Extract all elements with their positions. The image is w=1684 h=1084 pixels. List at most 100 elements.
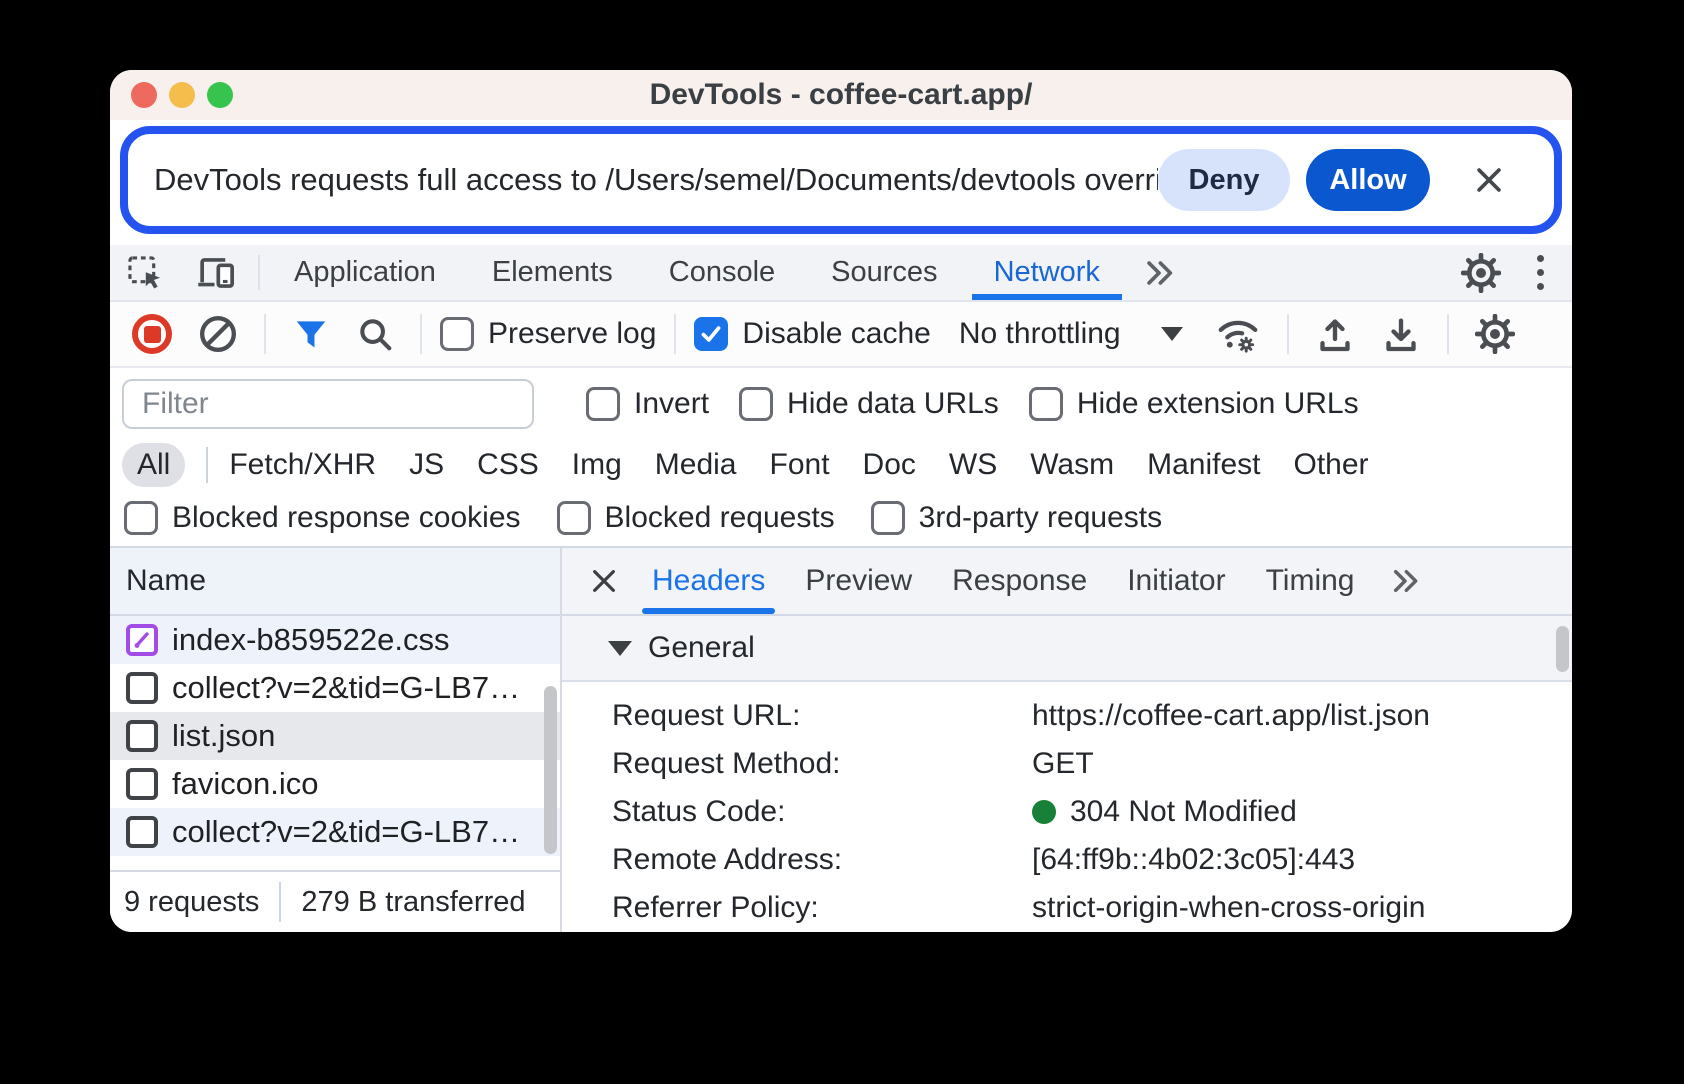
request-details-pane: Headers Preview Response Initiator Timin…: [562, 548, 1572, 932]
tab-response[interactable]: Response: [932, 548, 1107, 614]
type-filter-wasm[interactable]: Wasm: [1030, 448, 1114, 482]
preserve-log-checkbox[interactable]: [440, 317, 474, 351]
status-code-text: 304 Not Modified: [1070, 795, 1297, 828]
more-tabs-icon[interactable]: [1128, 245, 1190, 300]
tab-console[interactable]: Console: [641, 245, 803, 300]
filter-funnel-icon[interactable]: [284, 315, 338, 353]
generic-file-icon: [126, 672, 158, 704]
toolbar-separator: [264, 314, 266, 354]
type-filter-css[interactable]: CSS: [477, 448, 539, 482]
network-panels: Name index-b859522e.css collect?v=2&tid=…: [110, 548, 1572, 932]
tab-sources[interactable]: Sources: [803, 245, 965, 300]
import-har-icon[interactable]: [1307, 314, 1363, 354]
close-details-icon[interactable]: [576, 548, 632, 614]
request-row[interactable]: collect?v=2&tid=G-LB7…: [110, 808, 560, 856]
type-filter-media[interactable]: Media: [655, 448, 737, 482]
hide-extension-urls-toggle[interactable]: Hide extension URLs: [1028, 387, 1359, 421]
extra-filters-row: Blocked response cookies Blocked request…: [110, 490, 1572, 548]
throttling-dropdown[interactable]: No throttling: [959, 317, 1183, 351]
tab-application[interactable]: Application: [266, 245, 464, 300]
request-list-scrollbar[interactable]: [544, 686, 557, 854]
type-filter-fetch-xhr[interactable]: Fetch/XHR: [229, 448, 376, 482]
request-row-selected[interactable]: list.json: [110, 712, 560, 760]
header-field: Request Method: GET: [562, 740, 1572, 788]
field-label: Request URL:: [612, 699, 801, 732]
request-row[interactable]: index-b859522e.css: [110, 616, 560, 664]
tab-network[interactable]: Network: [966, 245, 1128, 300]
invert-toggle[interactable]: Invert: [586, 387, 709, 421]
header-field: Request URL: https://coffee-cart.app/lis…: [562, 692, 1572, 740]
type-filter-manifest[interactable]: Manifest: [1147, 448, 1260, 482]
hide-data-urls-checkbox[interactable]: [739, 387, 774, 421]
toolbar-separator: [420, 314, 422, 354]
titlebar: DevTools - coffee-cart.app/: [110, 70, 1572, 120]
name-column-header[interactable]: Name: [110, 548, 560, 616]
kebab-menu-icon[interactable]: [1525, 249, 1556, 296]
third-party-label: 3rd-party requests: [918, 501, 1163, 534]
field-label: Remote Address:: [612, 843, 843, 876]
clear-network-log-icon[interactable]: [190, 314, 246, 354]
settings-gear-icon[interactable]: [1445, 252, 1517, 293]
banner-close-icon[interactable]: [1464, 163, 1514, 197]
type-filter-img[interactable]: Img: [572, 448, 622, 482]
blocked-requests-label: Blocked requests: [604, 501, 835, 534]
network-summary-bar: 9 requests 279 B transferred: [110, 870, 560, 932]
preserve-log-toggle[interactable]: Preserve log: [440, 317, 656, 351]
tab-elements[interactable]: Elements: [464, 245, 641, 300]
request-row[interactable]: favicon.ico: [110, 760, 560, 808]
hide-data-urls-toggle[interactable]: Hide data URLs: [739, 387, 999, 421]
export-har-icon[interactable]: [1373, 314, 1429, 354]
header-field: Status Code: 304 Not Modified: [562, 788, 1572, 836]
filter-row: Invert Hide data URLs Hide extension URL…: [110, 368, 1572, 440]
request-type-filters: All Fetch/XHR JS CSS Img Media Font Doc …: [110, 440, 1572, 490]
status-ok-dot: [1032, 800, 1056, 824]
request-name: favicon.ico: [172, 766, 319, 801]
network-toolbar: Preserve log Disable cache No throttling: [110, 302, 1572, 368]
general-section-header[interactable]: General: [562, 616, 1572, 682]
request-name: collect?v=2&tid=G-LB7…: [172, 670, 521, 705]
field-value: [64:ff9b::4b02:3c05]:443: [1032, 843, 1356, 876]
tab-initiator[interactable]: Initiator: [1107, 548, 1245, 614]
tab-preview[interactable]: Preview: [785, 548, 932, 614]
request-row[interactable]: collect?v=2&tid=G-LB7…: [110, 664, 560, 712]
tabbar-separator: [258, 255, 260, 290]
type-filter-doc[interactable]: Doc: [863, 448, 916, 482]
third-party-toggle[interactable]: 3rd-party requests: [870, 501, 1163, 535]
allow-button[interactable]: Allow: [1306, 149, 1430, 211]
blocked-cookies-checkbox[interactable]: [124, 501, 158, 535]
blocked-requests-checkbox[interactable]: [556, 501, 591, 535]
inspect-element-icon[interactable]: [110, 245, 180, 300]
network-conditions-icon[interactable]: [1207, 313, 1269, 355]
record-stop-icon[interactable]: [132, 314, 172, 354]
generic-file-icon: [126, 720, 158, 752]
details-scrollbar[interactable]: [1556, 626, 1569, 672]
type-filter-font[interactable]: Font: [770, 448, 830, 482]
field-value: strict-origin-when-cross-origin: [1032, 891, 1426, 924]
collapse-triangle-icon: [608, 640, 632, 656]
deny-button[interactable]: Deny: [1158, 149, 1290, 211]
hide-extension-urls-checkbox[interactable]: [1028, 387, 1063, 421]
search-icon[interactable]: [348, 315, 402, 353]
type-filter-ws[interactable]: WS: [949, 448, 997, 482]
disable-cache-label: Disable cache: [742, 317, 931, 350]
disable-cache-toggle[interactable]: Disable cache: [694, 317, 931, 351]
device-toolbar-icon[interactable]: [180, 245, 252, 300]
network-settings-gear-icon[interactable]: [1467, 314, 1523, 354]
invert-checkbox[interactable]: [586, 387, 620, 421]
type-filter-all[interactable]: All: [122, 443, 186, 487]
type-filter-other[interactable]: Other: [1294, 448, 1369, 482]
devtools-tabbar: Application Elements Console Sources Net…: [110, 245, 1572, 302]
summary-separator: [279, 882, 282, 922]
field-label: Status Code:: [612, 795, 786, 828]
blocked-cookies-toggle[interactable]: Blocked response cookies: [124, 501, 521, 535]
third-party-checkbox[interactable]: [870, 501, 905, 535]
disable-cache-checkbox[interactable]: [694, 317, 729, 351]
blocked-cookies-label: Blocked response cookies: [172, 501, 521, 534]
tab-headers[interactable]: Headers: [632, 548, 785, 614]
more-detail-tabs-icon[interactable]: [1375, 548, 1435, 614]
type-filter-js[interactable]: JS: [409, 448, 444, 482]
filter-input[interactable]: [122, 379, 534, 429]
blocked-requests-toggle[interactable]: Blocked requests: [556, 501, 835, 535]
permission-banner-area: DevTools requests full access to /Users/…: [110, 120, 1572, 245]
tab-timing[interactable]: Timing: [1246, 548, 1375, 614]
